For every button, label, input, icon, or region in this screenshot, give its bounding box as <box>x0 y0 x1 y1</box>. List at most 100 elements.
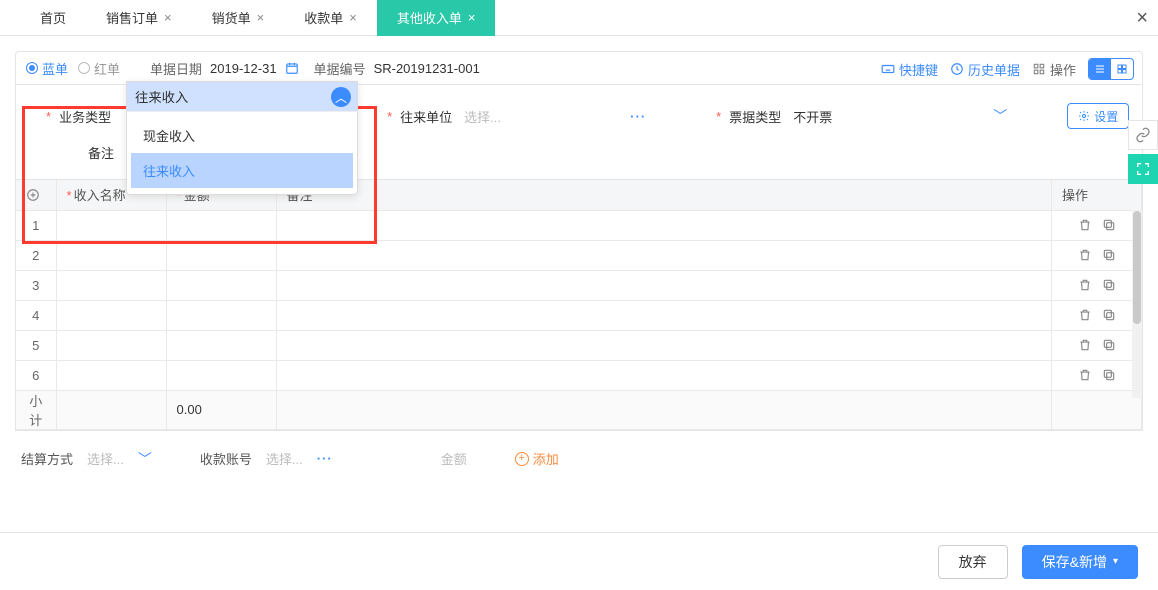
cell-amount[interactable] <box>166 300 276 330</box>
cell-income-name[interactable] <box>56 300 166 330</box>
close-all-icon[interactable]: × <box>1136 0 1148 36</box>
invoice-value[interactable]: 不开票 <box>787 103 987 129</box>
line-items-table-wrap: *收入名称 *金额 备注 操作 1 2 3 <box>15 179 1143 431</box>
cell-amount[interactable] <box>166 240 276 270</box>
tab-sales-order[interactable]: 销售订单× <box>86 0 192 36</box>
more-icon[interactable]: ··· <box>630 109 646 124</box>
table-row[interactable]: 1 <box>16 210 1142 240</box>
calendar-icon[interactable] <box>285 61 299 75</box>
tab-label: 收款单 <box>304 8 343 27</box>
settle-account-label: 收款账号 <box>200 449 252 468</box>
table-row[interactable]: 6 <box>16 360 1142 390</box>
table-row[interactable]: 2 <box>16 240 1142 270</box>
dropdown-option-cash[interactable]: 现金收入 <box>131 118 353 153</box>
subtotal-amount: 0.00 <box>166 390 276 429</box>
copy-row-icon[interactable] <box>1102 308 1116 322</box>
cell-income-name[interactable] <box>56 240 166 270</box>
party-input[interactable]: 选择... <box>458 103 618 129</box>
ops-label: 操作 <box>1050 60 1076 79</box>
dropdown-option-party[interactable]: 往来收入 <box>131 153 353 188</box>
table-row[interactable]: 4 <box>16 300 1142 330</box>
delete-row-icon[interactable] <box>1078 308 1092 322</box>
biz-type-input[interactable] <box>127 82 357 112</box>
cell-remark[interactable] <box>276 300 1052 330</box>
invoice-label: 票据类型 <box>729 107 781 126</box>
radio-indicator <box>26 62 38 74</box>
delete-row-icon[interactable] <box>1078 218 1092 232</box>
cell-income-name[interactable] <box>56 330 166 360</box>
attachment-button[interactable] <box>1128 120 1158 150</box>
close-icon[interactable]: × <box>164 10 172 25</box>
close-icon[interactable]: × <box>257 10 265 25</box>
chevron-down-icon[interactable]: ▾ <box>1113 556 1118 567</box>
ops-link[interactable]: 操作 <box>1032 60 1076 79</box>
tab-delivery[interactable]: 销货单 × <box>192 0 285 36</box>
radio-blue[interactable]: 蓝单 <box>26 59 68 78</box>
scrollbar-thumb[interactable] <box>1133 211 1141 324</box>
view-card-icon[interactable] <box>1111 59 1133 79</box>
subtotal-cell <box>1052 390 1142 429</box>
cell-amount[interactable] <box>166 270 276 300</box>
close-icon[interactable]: × <box>349 10 357 25</box>
view-toggle <box>1088 58 1134 80</box>
tab-label: 销货单 <box>212 8 251 27</box>
tab-home[interactable]: 首页 <box>20 0 86 36</box>
delete-row-icon[interactable] <box>1078 248 1092 262</box>
table-row[interactable]: 3 <box>16 270 1142 300</box>
row-index: 3 <box>16 270 56 300</box>
shortcut-link[interactable]: 快捷键 <box>881 60 938 79</box>
cell-remark[interactable] <box>276 210 1052 240</box>
cell-remark[interactable] <box>276 360 1052 390</box>
doc-no-field: 单据编号 SR-20191231-001 <box>314 59 480 78</box>
cell-actions <box>1052 300 1142 330</box>
close-icon[interactable]: × <box>468 10 476 25</box>
cell-amount[interactable] <box>166 210 276 240</box>
row-index: 2 <box>16 240 56 270</box>
save-new-label: 保存&新增 <box>1042 552 1107 572</box>
cell-income-name[interactable] <box>56 210 166 240</box>
cell-amount[interactable] <box>166 330 276 360</box>
subtotal-cell <box>56 390 166 429</box>
discard-label: 放弃 <box>959 552 987 572</box>
history-link[interactable]: 历史单据 <box>950 60 1020 79</box>
copy-row-icon[interactable] <box>1102 368 1116 382</box>
settings-button[interactable]: 设置 <box>1067 103 1129 129</box>
add-settlement-button[interactable]: +添加 <box>515 449 559 468</box>
cell-remark[interactable] <box>276 270 1052 300</box>
chevron-down-icon[interactable]: ﹀ <box>138 449 152 469</box>
doc-date-value[interactable]: 2019-12-31 <box>210 61 277 76</box>
scrollbar[interactable] <box>1132 210 1142 398</box>
copy-row-icon[interactable] <box>1102 338 1116 352</box>
tab-other-income[interactable]: 其他收入单× <box>377 0 496 36</box>
copy-row-icon[interactable] <box>1102 248 1116 262</box>
more-icon[interactable]: ··· <box>317 451 333 466</box>
cell-amount[interactable] <box>166 360 276 390</box>
history-label: 历史单据 <box>968 60 1020 79</box>
col-remark[interactable]: 备注 <box>276 180 1052 210</box>
chevron-down-icon[interactable]: ﹀ <box>993 106 1007 126</box>
cell-income-name[interactable] <box>56 360 166 390</box>
required-indicator: * <box>387 109 392 124</box>
delete-row-icon[interactable] <box>1078 368 1092 382</box>
col-expand[interactable] <box>16 180 56 210</box>
radio-red[interactable]: 红单 <box>78 59 120 78</box>
table-row[interactable]: 5 <box>16 330 1142 360</box>
copy-row-icon[interactable] <box>1102 218 1116 232</box>
delete-row-icon[interactable] <box>1078 338 1092 352</box>
fullscreen-button[interactable] <box>1128 154 1158 184</box>
discard-button[interactable]: 放弃 <box>938 545 1008 579</box>
tab-receipt[interactable]: 收款单 × <box>284 0 377 36</box>
settle-account-input[interactable]: 选择... <box>266 449 303 468</box>
doc-date-field: 单据日期 2019-12-31 <box>150 59 299 78</box>
view-list-icon[interactable] <box>1089 59 1111 79</box>
shortcut-label: 快捷键 <box>899 60 938 79</box>
copy-row-icon[interactable] <box>1102 278 1116 292</box>
settle-method-input[interactable]: 选择... <box>87 449 124 468</box>
cell-remark[interactable] <box>276 330 1052 360</box>
row-index: 4 <box>16 300 56 330</box>
delete-row-icon[interactable] <box>1078 278 1092 292</box>
save-new-button[interactable]: 保存&新增 ▾ <box>1022 545 1138 579</box>
cell-income-name[interactable] <box>56 270 166 300</box>
chevron-up-icon[interactable]: ︿ <box>331 87 351 107</box>
cell-remark[interactable] <box>276 240 1052 270</box>
